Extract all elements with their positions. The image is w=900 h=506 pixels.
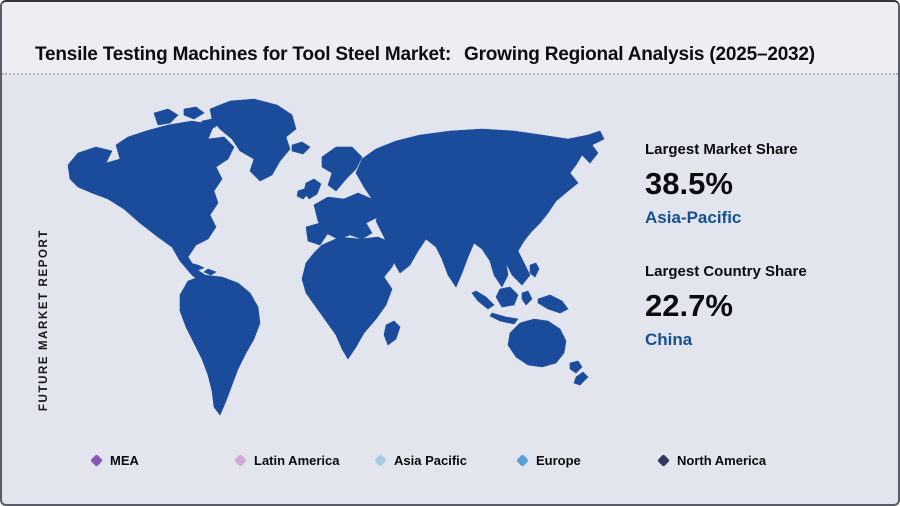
legend-label: Europe — [536, 452, 581, 468]
stat-label: Largest Country Share — [645, 263, 807, 280]
legend-label: Asia Pacific — [394, 452, 467, 468]
legend-label: MEA — [110, 452, 139, 468]
main-area: FUTURE MARKET REPORT Largest Market Shar… — [2, 75, 898, 504]
legend-dot-icon — [90, 453, 103, 467]
region-north-america — [67, 120, 235, 292]
legend-dot-icon — [234, 453, 247, 467]
legend-item: North America — [657, 450, 767, 470]
brand-watermark: FUTURE MARKET REPORT — [38, 228, 50, 412]
world-map-landmasses — [67, 98, 605, 416]
legend-label: Latin America — [254, 452, 340, 468]
region-africa — [301, 236, 399, 360]
header-band: Tensile Testing Machines for Tool Steel … — [2, 2, 898, 75]
map-legend: MEA Latin America Asia Pacific Europe North … — [2, 450, 898, 472]
stat-label: Largest Market Share — [645, 141, 798, 158]
region-europe — [321, 146, 363, 192]
stat-value: 22.7% — [645, 288, 733, 323]
infographic-frame: Tensile Testing Machines for Tool Steel … — [0, 0, 900, 506]
world-map — [67, 98, 605, 416]
stat-largest-country-share: Largest Country Share 22.7% China — [645, 263, 807, 350]
page-title-right: Growing Regional Analysis (2025–2032) — [464, 44, 815, 65]
stat-region: Asia-Pacific — [645, 208, 742, 227]
region-australia — [507, 318, 567, 368]
stat-region: China — [645, 330, 693, 349]
legend-dot-icon — [374, 453, 387, 467]
legend-dot-icon — [657, 453, 670, 467]
legend-item: MEA — [90, 450, 139, 470]
stat-largest-market-share: Largest Market Share 38.5% Asia-Pacific — [645, 141, 798, 228]
legend-item: Asia Pacific — [374, 450, 467, 470]
legend-item: Latin America — [234, 450, 340, 470]
legend-item: Europe — [516, 450, 581, 470]
stat-value: 38.5% — [645, 166, 733, 201]
legend-dot-icon — [516, 453, 529, 467]
legend-label: North America — [677, 452, 767, 468]
page-title-left: Tensile Testing Machines for Tool Steel … — [35, 44, 452, 65]
region-south-america — [179, 274, 261, 416]
